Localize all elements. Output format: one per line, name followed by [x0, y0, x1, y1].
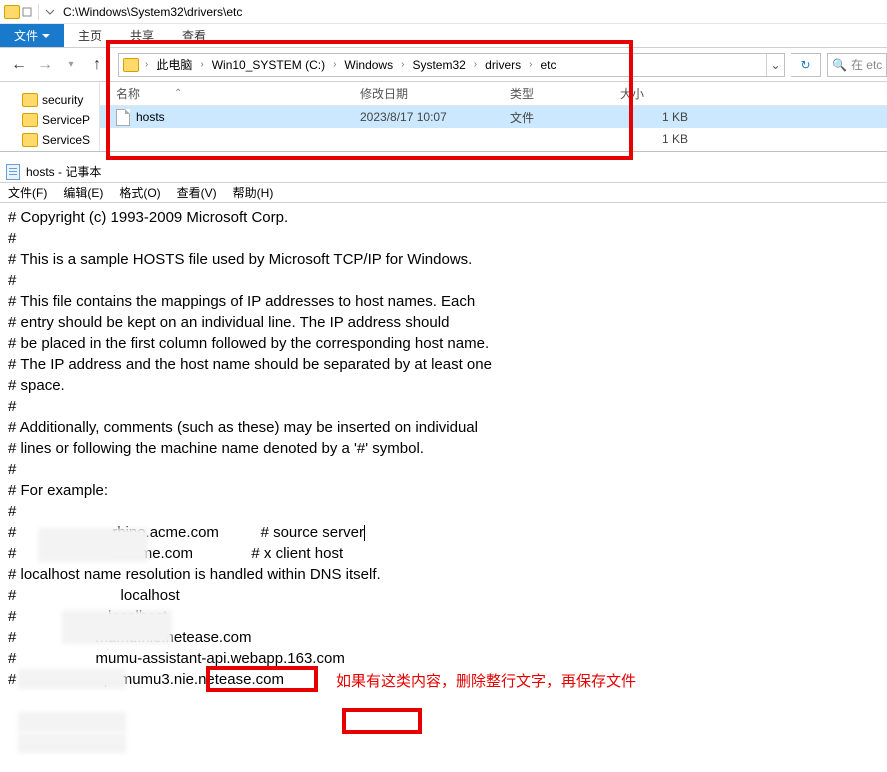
breadcrumb-item[interactable]: 此电脑: [150, 54, 198, 76]
notepad-title: hosts - 记事本: [26, 163, 101, 180]
folder-icon: [22, 93, 38, 107]
menu-edit[interactable]: 编辑(E): [55, 184, 111, 201]
folder-icon: [22, 113, 38, 127]
file-type: 文件: [510, 109, 620, 126]
redaction-mask: [18, 733, 126, 753]
annotation-text: 如果有这类内容，删除整行文字，再保存文件: [336, 670, 636, 691]
nav-pane-label: ServiceS: [42, 133, 90, 147]
column-headers: 名称⌃ 修改日期 类型 大小: [100, 82, 887, 106]
highlight-box: [342, 708, 422, 734]
nav-pane-label: security: [42, 93, 83, 107]
nav-pane-label: ServiceP: [42, 113, 90, 127]
chevron-right-icon[interactable]: ›: [399, 59, 406, 70]
folder-icon: [123, 58, 139, 72]
breadcrumb-item[interactable]: System32: [406, 54, 471, 76]
chevron-right-icon[interactable]: ›: [331, 59, 338, 70]
column-size[interactable]: 大小: [620, 85, 700, 102]
redaction-mask: [38, 528, 148, 562]
notepad-titlebar[interactable]: hosts - 记事本: [0, 161, 887, 183]
folder-icon: [4, 5, 20, 19]
qat-dropdown-icon[interactable]: [45, 7, 55, 17]
chevron-right-icon[interactable]: ›: [143, 59, 150, 70]
file-date: 2023/8/17 10:07: [360, 110, 510, 124]
file-list[interactable]: 名称⌃ 修改日期 类型 大小 hosts 2023/8/17 10:07 文件 …: [100, 82, 887, 151]
redaction-mask: [62, 610, 172, 644]
nav-back-button[interactable]: ←: [6, 52, 32, 78]
menu-help[interactable]: 帮助(H): [225, 184, 282, 201]
breadcrumb-item[interactable]: drivers: [479, 54, 527, 76]
search-input[interactable]: 🔍 在 etc 中: [827, 53, 887, 77]
sort-indicator-icon: ⌃: [174, 88, 182, 99]
refresh-button[interactable]: ↻: [791, 53, 821, 77]
notepad-icon: [6, 164, 20, 180]
column-type[interactable]: 类型: [510, 85, 620, 102]
window-titlebar: C:\Windows\System32\drivers\etc: [0, 0, 887, 24]
redaction-mask: [18, 712, 126, 732]
file-row[interactable]: 1 KB: [100, 128, 887, 150]
notepad-menubar: 文件(F) 编辑(E) 格式(O) 查看(V) 帮助(H): [0, 183, 887, 203]
search-icon: 🔍: [832, 58, 847, 72]
qat-button[interactable]: [22, 7, 32, 17]
nav-history-dropdown[interactable]: ▾: [58, 52, 84, 78]
menu-format[interactable]: 格式(O): [111, 184, 168, 201]
tab-share[interactable]: 共享: [116, 24, 168, 47]
file-row[interactable]: hosts 2023/8/17 10:07 文件 1 KB: [100, 106, 887, 128]
breadcrumb-item[interactable]: etc: [535, 54, 563, 76]
menu-file[interactable]: 文件(F): [0, 184, 55, 201]
breadcrumb[interactable]: › 此电脑 › Win10_SYSTEM (C:) › Windows › Sy…: [118, 53, 785, 77]
breadcrumb-item[interactable]: Win10_SYSTEM (C:): [206, 54, 331, 76]
breadcrumb-dropdown[interactable]: ⌄: [766, 54, 784, 76]
breadcrumb-item[interactable]: Windows: [338, 54, 399, 76]
nav-up-button[interactable]: ↑: [84, 52, 110, 78]
folder-icon: [22, 133, 38, 147]
chevron-right-icon[interactable]: ›: [472, 59, 479, 70]
menu-view[interactable]: 查看(V): [169, 184, 225, 201]
nav-pane-item[interactable]: ServiceS: [0, 130, 99, 150]
ribbon-tabs: 文件 主页 共享 查看: [0, 24, 887, 48]
chevron-right-icon[interactable]: ›: [198, 59, 205, 70]
file-size: 1 KB: [620, 110, 700, 124]
nav-pane-item[interactable]: ServiceP: [0, 110, 99, 130]
navigation-pane[interactable]: security ServiceP ServiceS: [0, 82, 100, 151]
search-placeholder: 在 etc 中: [851, 56, 887, 73]
file-name: hosts: [136, 110, 165, 124]
file-size: 1 KB: [620, 132, 700, 146]
tab-view[interactable]: 查看: [168, 24, 220, 47]
tab-file[interactable]: 文件: [0, 24, 64, 47]
chevron-right-icon[interactable]: ›: [527, 59, 534, 70]
nav-row: ← → ▾ ↑ › 此电脑 › Win10_SYSTEM (C:) › Wind…: [0, 48, 887, 82]
nav-forward-button[interactable]: →: [32, 52, 58, 78]
file-icon: [116, 109, 130, 126]
column-date[interactable]: 修改日期: [360, 85, 510, 102]
tab-home[interactable]: 主页: [64, 24, 116, 47]
title-path: C:\Windows\System32\drivers\etc: [59, 5, 242, 19]
column-name[interactable]: 名称⌃: [100, 85, 360, 102]
nav-pane-item[interactable]: security: [0, 90, 99, 110]
redaction-mask: [18, 669, 126, 689]
